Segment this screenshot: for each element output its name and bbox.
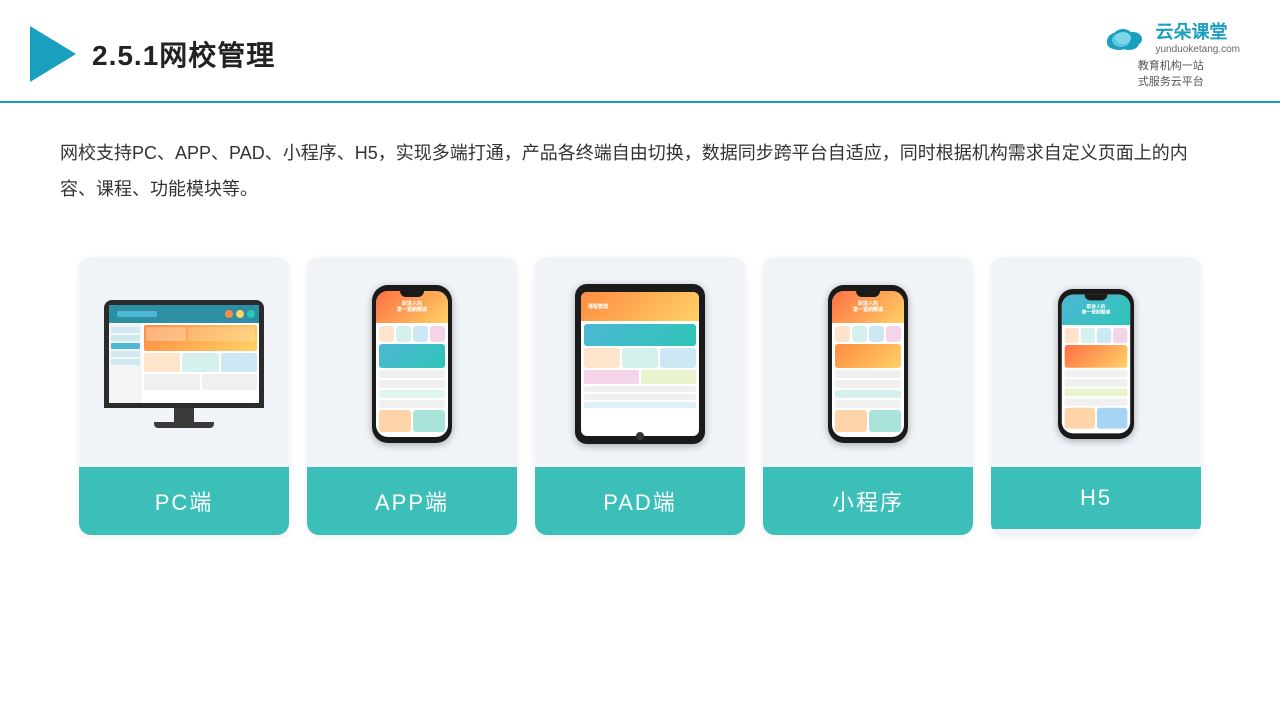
card-miniapp-image: 职进人的第一堂刷题课 xyxy=(763,257,973,467)
phone-screen-miniapp: 职进人的第一堂刷题课 xyxy=(832,291,904,437)
card-pad: 课程管理 xyxy=(535,257,745,535)
tablet-banner xyxy=(584,324,696,346)
phone-screen-h5: 职进人的第一堂刷题课 xyxy=(1062,295,1130,434)
card-h5: 职进人的第一堂刷题课 xyxy=(991,257,1201,535)
phone-card-row-mini xyxy=(835,410,901,432)
header-left: 2.5.1网校管理 xyxy=(30,26,275,82)
card-miniapp-label: 小程序 xyxy=(763,467,973,535)
monitor-main xyxy=(142,323,259,403)
monitor-stand-base xyxy=(154,422,214,428)
tablet-home-btn xyxy=(636,432,644,440)
phone-card-row-h5 xyxy=(1065,408,1128,429)
card-pc: PC端 xyxy=(79,257,289,535)
phone-banner-h5 xyxy=(1065,345,1128,368)
phone-outer-h5: 职进人的第一堂刷题课 xyxy=(1058,289,1134,439)
page-container: 2.5.1网校管理 云朵课堂 yunduoketang.com xyxy=(0,0,1280,720)
phone-icon-row xyxy=(379,326,445,342)
card-pc-label: PC端 xyxy=(79,467,289,535)
monitor-screen xyxy=(109,305,259,403)
logo-triangle-icon xyxy=(30,26,76,82)
app-phone-mockup: 职进人的第一堂刷题课 xyxy=(372,285,452,443)
header: 2.5.1网校管理 云朵课堂 yunduoketang.com xyxy=(0,0,1280,103)
phone-card-row xyxy=(379,410,445,432)
platform-cards: PC端 职进人的第一堂刷题课 xyxy=(0,227,1280,575)
card-app: 职进人的第一堂刷题课 xyxy=(307,257,517,535)
phone-outer-app: 职进人的第一堂刷题课 xyxy=(372,285,452,443)
pc-device-mockup xyxy=(104,300,264,428)
card-miniapp: 职进人的第一堂刷题课 xyxy=(763,257,973,535)
phone-notch-miniapp xyxy=(856,291,880,297)
tablet-screen: 课程管理 xyxy=(581,292,699,436)
brand-logo: 云朵课堂 yunduoketang.com xyxy=(1101,18,1240,55)
description-text: 网校支持PC、APP、PAD、小程序、H5，实现多端打通，产品各终端自由切换，数… xyxy=(0,103,1280,217)
monitor-sidebar xyxy=(109,323,142,403)
miniapp-phone-mockup: 职进人的第一堂刷题课 xyxy=(828,285,908,443)
phone-banner-mini xyxy=(835,344,901,368)
pad-tablet-mockup: 课程管理 xyxy=(575,284,705,444)
card-app-label: APP端 xyxy=(307,467,517,535)
tablet-grid-1 xyxy=(584,348,696,368)
card-pad-image: 课程管理 xyxy=(535,257,745,467)
brand-tagline: 教育机构一站 式服务云平台 xyxy=(1138,57,1204,89)
cloud-icon xyxy=(1101,21,1149,53)
phone-body-h5 xyxy=(1062,325,1130,431)
tablet-body xyxy=(581,321,699,411)
phone-banner-app xyxy=(379,344,445,368)
card-h5-label: H5 xyxy=(991,467,1201,529)
card-pad-label: PAD端 xyxy=(535,467,745,535)
monitor-body xyxy=(109,323,259,403)
monitor-nav xyxy=(109,305,259,323)
monitor-cards-row xyxy=(144,353,257,372)
monitor-outer xyxy=(104,300,264,408)
brand-name: 云朵课堂 yunduoketang.com xyxy=(1155,18,1240,55)
card-h5-image: 职进人的第一堂刷题课 xyxy=(991,257,1201,467)
h5-phone-mockup: 职进人的第一堂刷题课 xyxy=(1058,289,1134,439)
phone-notch-h5 xyxy=(1085,295,1108,301)
phone-body-app xyxy=(376,323,448,435)
card-app-image: 职进人的第一堂刷题课 xyxy=(307,257,517,467)
monitor-banner xyxy=(144,325,257,352)
phone-screen-app: 职进人的第一堂刷题课 xyxy=(376,291,448,437)
phone-notch-app xyxy=(400,291,424,297)
phone-body-miniapp xyxy=(832,323,904,435)
brand-area: 云朵课堂 yunduoketang.com 教育机构一站 式服务云平台 xyxy=(1101,18,1240,89)
card-pc-image xyxy=(79,257,289,467)
phone-icon-row-mini xyxy=(835,326,901,342)
phone-outer-miniapp: 职进人的第一堂刷题课 xyxy=(828,285,908,443)
tablet-header: 课程管理 xyxy=(581,292,699,321)
tablet-outer: 课程管理 xyxy=(575,284,705,444)
page-title: 2.5.1网校管理 xyxy=(92,34,275,74)
phone-icon-row-h5 xyxy=(1065,328,1128,343)
monitor-stand-neck xyxy=(174,408,194,422)
